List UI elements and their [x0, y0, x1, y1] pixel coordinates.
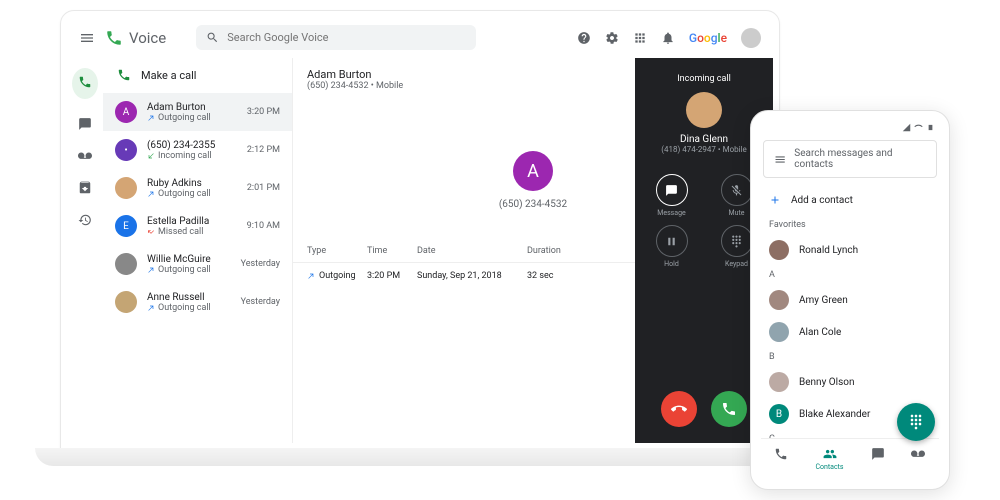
- nav-calls[interactable]: [72, 68, 98, 99]
- add-contact-button[interactable]: Add a contact: [761, 184, 939, 216]
- notifications-icon[interactable]: [661, 31, 675, 45]
- call-item[interactable]: Willie McGuireOutgoing callYesterday: [103, 245, 292, 283]
- call-item[interactable]: Anne RussellOutgoing callYesterday: [103, 283, 292, 321]
- nav-history[interactable]: [78, 213, 92, 227]
- contact-item[interactable]: Alan Cole: [761, 316, 939, 348]
- message-button[interactable]: Message: [643, 174, 700, 217]
- call-detail: Adam Burton (650) 234-4532 • Mobile A (6…: [293, 58, 773, 443]
- apps-icon[interactable]: [633, 31, 647, 45]
- app-header: Voice Google: [67, 17, 773, 58]
- contact-item[interactable]: Amy Green: [761, 284, 939, 316]
- phone-search[interactable]: Search messages and contacts: [763, 140, 937, 178]
- decline-button[interactable]: [661, 391, 697, 427]
- dialpad-fab[interactable]: [897, 403, 935, 441]
- nav-voicemail[interactable]: [911, 447, 925, 471]
- section-letter: A: [761, 266, 939, 284]
- search-icon: [206, 31, 219, 44]
- outgoing-icon: [307, 272, 315, 280]
- profile-avatar[interactable]: [741, 28, 761, 48]
- nav-messages[interactable]: [871, 447, 885, 471]
- google-logo: Google: [689, 31, 727, 45]
- help-icon[interactable]: [577, 31, 591, 45]
- section-letter: B: [761, 348, 939, 366]
- call-item[interactable]: AAdam BurtonOutgoing call3:20 PM: [103, 93, 292, 131]
- phone-bottom-nav: Contacts: [761, 438, 939, 479]
- accept-button[interactable]: [711, 391, 747, 427]
- contact-item[interactable]: Benny Olson: [761, 366, 939, 398]
- nav-archive[interactable]: [78, 181, 92, 195]
- call-item[interactable]: Ruby AdkinsOutgoing call2:01 PM: [103, 169, 292, 207]
- hold-button[interactable]: Hold: [643, 225, 700, 268]
- nav-phone[interactable]: [774, 447, 788, 471]
- favorites-label: Favorites: [761, 216, 939, 234]
- nav-messages[interactable]: [78, 117, 92, 131]
- call-item[interactable]: EEstella PadillaMissed call9:10 AM: [103, 207, 292, 245]
- menu-icon[interactable]: [79, 30, 95, 46]
- caller-phone: (418) 474-2947 • Mobile: [661, 145, 747, 154]
- phone-mockup: Search messages and contacts Add a conta…: [750, 110, 950, 490]
- search-input[interactable]: [227, 31, 466, 44]
- search-bar[interactable]: [196, 25, 476, 50]
- detail-name: Adam Burton: [307, 68, 691, 81]
- settings-icon[interactable]: [605, 31, 619, 45]
- voice-logo: Voice: [105, 29, 166, 47]
- status-bar: [761, 121, 939, 134]
- caller-avatar: [686, 92, 722, 128]
- detail-avatar: A: [513, 151, 553, 191]
- side-nav: [67, 58, 103, 443]
- detail-phone-label: (650) 234-4532 • Mobile: [307, 81, 691, 91]
- nav-voicemail[interactable]: [78, 149, 92, 163]
- make-call-button[interactable]: Make a call: [103, 58, 292, 93]
- call-list: Make a call AAdam BurtonOutgoing call3:2…: [103, 58, 293, 443]
- contact-item[interactable]: Ronald Lynch: [761, 234, 939, 266]
- caller-name: Dina Glenn: [680, 134, 728, 145]
- app-title: Voice: [129, 29, 166, 47]
- nav-contacts[interactable]: Contacts: [815, 447, 843, 471]
- call-item[interactable]: •(650) 234-2355Incoming call2:12 PM: [103, 131, 292, 169]
